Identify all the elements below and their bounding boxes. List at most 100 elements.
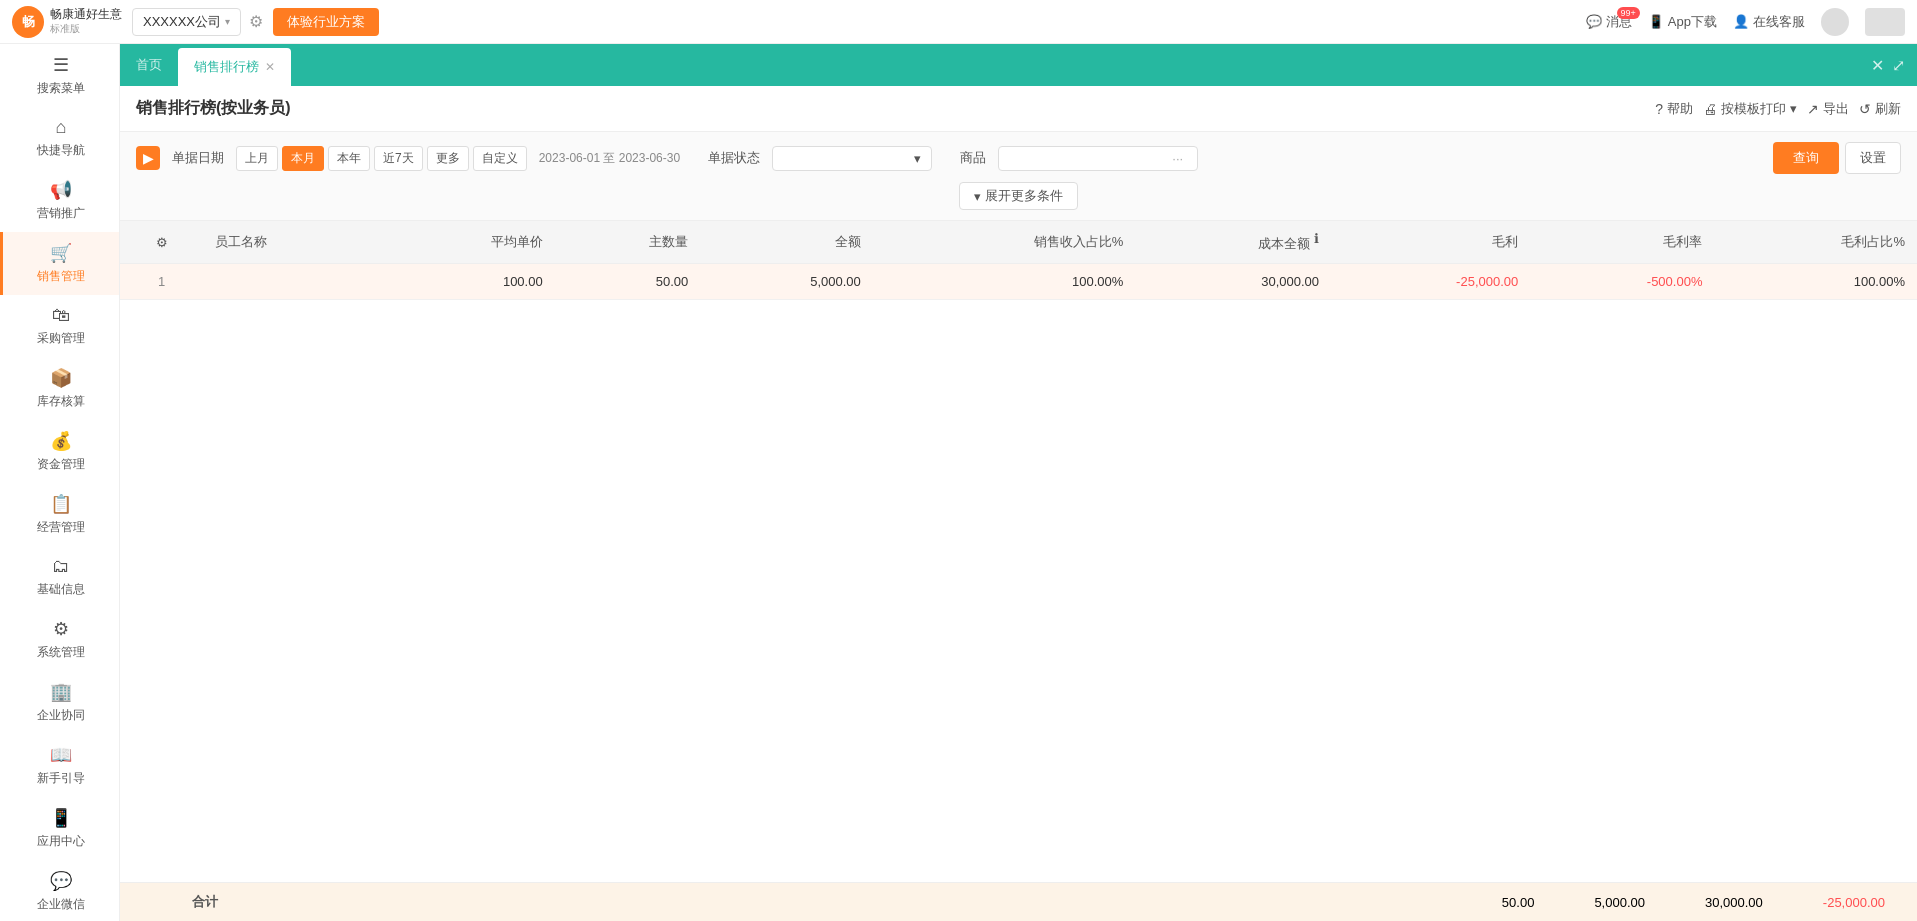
table-cell: 50.00 — [555, 264, 701, 300]
sidebar-label-search-order: 搜索菜单 — [37, 80, 85, 97]
expand-label: 展开更多条件 — [985, 187, 1063, 205]
filter-row-main: ▶ 单据日期 上月 本月 本年 近7天 更多 自定义 2023-06-01 至 … — [136, 142, 1901, 174]
tab-close-icon[interactable]: ✕ — [265, 60, 275, 74]
tab-home[interactable]: 首页 — [120, 46, 178, 84]
main-layout: ☰ 搜索菜单 ⌂ 快捷导航 📢 营销推广 🛒 销售管理 🛍 采购管理 📦 库存核… — [0, 44, 1917, 921]
column-gross-rate: 毛利率 — [1530, 221, 1714, 264]
status-chevron-icon: ▾ — [914, 151, 921, 166]
data-table: ⚙ 员工名称 平均单价 主数量 全额 销售收入占比% 成本全额 ℹ 毛利 毛利率… — [120, 221, 1917, 300]
sidebar-item-apps[interactable]: 📱 应用中心 — [0, 797, 119, 860]
app-label: App下载 — [1668, 13, 1717, 31]
expand-conditions-button[interactable]: ▾ 展开更多条件 — [959, 182, 1078, 210]
refresh-button[interactable]: ↺ 刷新 — [1859, 100, 1901, 118]
tab-expand-icon[interactable]: ⤢ — [1892, 56, 1905, 75]
sidebar-label-finance: 资金管理 — [37, 456, 85, 473]
sidebar-label-sales: 销售管理 — [37, 268, 85, 285]
table-header: ⚙ 员工名称 平均单价 主数量 全额 销售收入占比% 成本全额 ℹ 毛利 毛利率… — [120, 221, 1917, 264]
company-chevron-icon: ▾ — [225, 16, 230, 27]
tab-close-all-icon[interactable]: ✕ — [1871, 56, 1884, 75]
goods-input[interactable]: ··· — [998, 146, 1198, 171]
system-icon: ⚙ — [53, 618, 69, 640]
service-icon: 👤 — [1733, 14, 1749, 29]
column-sales-pct: 销售收入占比% — [873, 221, 1136, 264]
message-badge: 99+ — [1617, 7, 1640, 19]
wechat-icon: 💬 — [50, 870, 72, 892]
trial-button[interactable]: 体验行业方案 — [273, 8, 379, 36]
app-download-button[interactable]: 📱 App下载 — [1648, 13, 1717, 31]
sidebar-item-enterprise[interactable]: 🏢 企业协同 — [0, 671, 119, 734]
date-btn-custom[interactable]: 自定义 — [473, 146, 527, 171]
gear-icon[interactable]: ⚙ — [249, 12, 263, 31]
tab-bar-actions: ✕ ⤢ — [1871, 56, 1917, 75]
date-btn-7days[interactable]: 近7天 — [374, 146, 423, 171]
marketing-icon: 📢 — [50, 179, 72, 201]
sidebar-item-system[interactable]: ⚙ 系统管理 — [0, 608, 119, 671]
print-label: 按模板打印 — [1721, 100, 1786, 118]
sidebar-item-shortcut[interactable]: ⌂ 快捷导航 — [0, 107, 119, 169]
status-select[interactable]: ▾ — [772, 146, 932, 171]
sidebar-label-shortcut: 快捷导航 — [37, 142, 85, 159]
online-service-button[interactable]: 👤 在线客服 — [1733, 13, 1805, 31]
column-settings[interactable]: ⚙ — [120, 221, 203, 264]
export-button[interactable]: ↗ 导出 — [1807, 100, 1849, 118]
company-selector[interactable]: XXXXXX公司 ▾ — [132, 8, 241, 36]
table-cell: -500.00% — [1530, 264, 1714, 300]
sidebar-item-purchase[interactable]: 🛍 采购管理 — [0, 295, 119, 357]
filter-collapse-button[interactable]: ▶ — [136, 146, 160, 170]
refresh-label: 刷新 — [1875, 100, 1901, 118]
export-icon: ↗ — [1807, 101, 1819, 117]
table-cell: 1 — [120, 264, 203, 300]
app-icon: 📱 — [1648, 14, 1664, 29]
table-footer: 合计 50.00 5,000.00 30,000.00 -25,000.00 — [120, 882, 1917, 921]
page-header-actions: ? 帮助 🖨 按模板打印 ▾ ↗ 导出 ↺ 刷新 — [1655, 100, 1901, 118]
footer-values: 50.00 5,000.00 30,000.00 -25,000.00 — [372, 895, 1905, 910]
expand-chevron-icon: ▾ — [974, 189, 981, 204]
print-button[interactable]: 🖨 按模板打印 ▾ — [1703, 100, 1797, 118]
query-button[interactable]: 查询 — [1773, 142, 1839, 174]
service-label: 在线客服 — [1753, 13, 1805, 31]
avatar[interactable] — [1821, 8, 1849, 36]
sidebar-item-wechat[interactable]: 💬 企业微信 — [0, 860, 119, 921]
sidebar-item-finance[interactable]: 💰 资金管理 — [0, 420, 119, 483]
finance-icon: 💰 — [50, 430, 72, 452]
footer-cost: 30,000.00 — [1705, 895, 1763, 910]
column-name: 员工名称 — [203, 221, 379, 264]
date-btn-this-year[interactable]: 本年 — [328, 146, 370, 171]
help-label: 帮助 — [1667, 100, 1693, 118]
messages-button[interactable]: 💬 消息 99+ — [1586, 13, 1632, 31]
sidebar-label-guide: 新手引导 — [37, 770, 85, 787]
logo-icon: 畅 — [12, 6, 44, 38]
sidebar-label-enterprise: 企业协同 — [37, 707, 85, 724]
sidebar-item-basics[interactable]: 🗂 基础信息 — [0, 546, 119, 608]
operations-icon: 📋 — [50, 493, 72, 515]
date-btn-prev-month[interactable]: 上月 — [236, 146, 278, 171]
sidebar-item-marketing[interactable]: 📢 营销推广 — [0, 169, 119, 232]
refresh-icon: ↺ — [1859, 101, 1871, 117]
logo-sub: 标准版 — [50, 22, 122, 36]
date-btn-this-month[interactable]: 本月 — [282, 146, 324, 171]
page-title: 销售排行榜(按业务员) — [136, 98, 291, 119]
sidebar-item-inventory[interactable]: 📦 库存核算 — [0, 357, 119, 420]
sidebar-label-operations: 经营管理 — [37, 519, 85, 536]
filter-right: 查询 设置 — [1773, 142, 1901, 174]
filter-settings-button[interactable]: 设置 — [1845, 142, 1901, 174]
sidebar-item-sales[interactable]: 🛒 销售管理 — [0, 232, 119, 295]
date-label: 单据日期 — [172, 149, 224, 167]
sidebar-item-search-order[interactable]: ☰ 搜索菜单 — [0, 44, 119, 107]
sidebar-item-operations[interactable]: 📋 经营管理 — [0, 483, 119, 546]
tab-sales-rank[interactable]: 销售排行榜 ✕ — [178, 48, 291, 86]
help-button[interactable]: ? 帮助 — [1655, 100, 1693, 118]
date-btn-more[interactable]: 更多 — [427, 146, 469, 171]
basics-icon: 🗂 — [52, 556, 70, 577]
purchase-icon: 🛍 — [52, 305, 70, 326]
shortcut-icon: ⌂ — [56, 117, 67, 138]
table-cell: 30,000.00 — [1135, 264, 1331, 300]
sidebar-item-guide[interactable]: 📖 新手引导 — [0, 734, 119, 797]
column-gross-pct: 毛利占比% — [1714, 221, 1917, 264]
sidebar-label-apps: 应用中心 — [37, 833, 85, 850]
table-container: ⚙ 员工名称 平均单价 主数量 全额 销售收入占比% 成本全额 ℹ 毛利 毛利率… — [120, 221, 1917, 882]
filter-bar: ▶ 单据日期 上月 本月 本年 近7天 更多 自定义 2023-06-01 至 … — [120, 132, 1917, 221]
sidebar-label-marketing: 营销推广 — [37, 205, 85, 222]
page-content: 销售排行榜(按业务员) ? 帮助 🖨 按模板打印 ▾ ↗ 导出 — [120, 86, 1917, 921]
tab-bar: 首页 销售排行榜 ✕ ✕ ⤢ — [120, 44, 1917, 86]
